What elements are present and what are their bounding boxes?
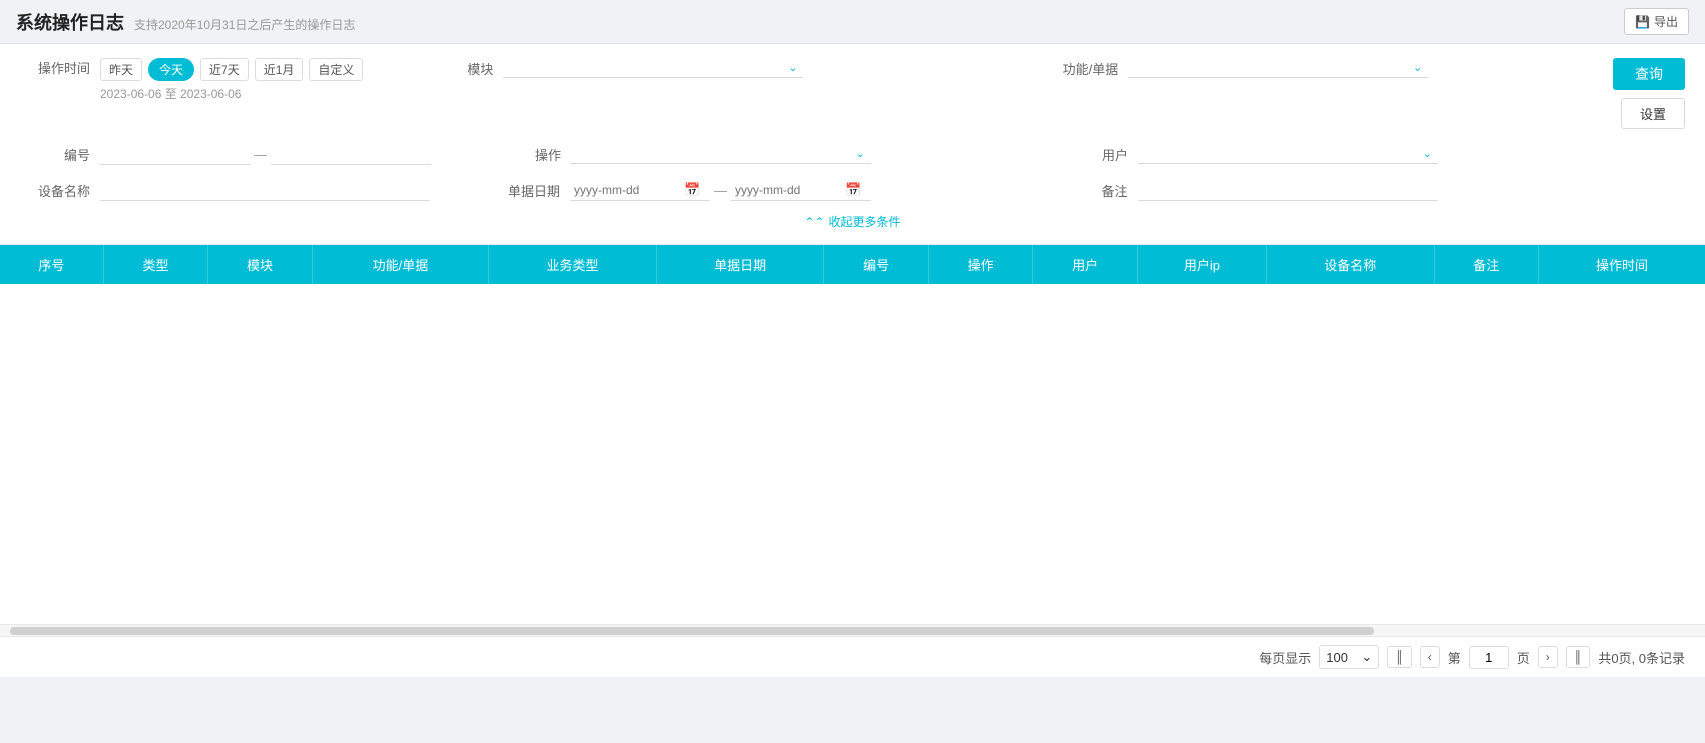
page-label: 第	[1448, 648, 1461, 667]
collapse-button[interactable]: ⌃⌃ 收起更多条件	[804, 213, 900, 230]
time-btn-yesterday[interactable]: 昨天	[100, 58, 142, 81]
pagination: 每页显示 100 ⌄ ║ ‹ 第 页 › ║ 共0页, 0条记录	[0, 636, 1705, 677]
col-remark: 备注	[1434, 245, 1538, 284]
table-header-row: 序号 类型 模块 功能/单据 业务类型 单据日期 编号 操作 用户 用户ip 设…	[0, 245, 1705, 284]
next-page-button[interactable]: ›	[1538, 646, 1558, 668]
feature-chevron-icon: ⌄	[1413, 61, 1422, 74]
header-left: 系统操作日志 支持2020年10月31日之后产生的操作日志	[16, 9, 355, 35]
col-op-time: 操作时间	[1539, 245, 1705, 284]
operation-filter-group: 操作 ⌄	[491, 144, 1008, 164]
remark-filter-group: 备注	[1048, 179, 1566, 201]
device-filter-group: 设备名称	[20, 179, 430, 201]
doc-date-start-input[interactable]	[574, 183, 684, 197]
feature-filter-group: 功能/单据 ⌄	[1038, 58, 1613, 78]
col-module: 模块	[208, 245, 312, 284]
user-filter-group: 用户 ⌄	[1048, 144, 1565, 164]
number-dash: —	[254, 147, 267, 162]
feature-label: 功能/单据	[1038, 59, 1128, 78]
query-button[interactable]: 查询	[1613, 58, 1685, 90]
col-biz-type: 业务类型	[489, 245, 657, 284]
operation-label: 操作	[491, 145, 571, 164]
doc-date-end-wrap: 📅	[731, 180, 871, 201]
prev-page-button[interactable]: ‹	[1420, 646, 1440, 668]
number-filter-group: 编号 —	[20, 143, 431, 165]
total-info: 共0页, 0条记录	[1598, 648, 1685, 667]
per-page-label: 每页显示	[1259, 648, 1311, 667]
number-input-start[interactable]	[100, 143, 250, 165]
operation-select[interactable]: ⌄	[571, 144, 871, 164]
horizontal-scrollbar[interactable]	[0, 624, 1705, 636]
calendar-start-icon[interactable]: 📅	[684, 182, 700, 198]
device-input[interactable]	[100, 179, 430, 201]
first-page-button[interactable]: ║	[1387, 646, 1412, 668]
col-number: 编号	[824, 245, 928, 284]
user-chevron-icon: ⌄	[1423, 147, 1432, 160]
page-suffix: 页	[1517, 648, 1530, 667]
module-label: 模块	[423, 59, 503, 78]
user-select[interactable]: ⌄	[1138, 144, 1438, 164]
table-header: 序号 类型 模块 功能/单据 业务类型 单据日期 编号 操作 用户 用户ip 设…	[0, 245, 1705, 284]
module-chevron-icon: ⌄	[788, 61, 797, 74]
settings-button[interactable]: 设置	[1621, 98, 1685, 129]
number-input-end[interactable]	[271, 143, 431, 165]
doc-date-start-wrap: 📅	[570, 180, 710, 201]
device-label: 设备名称	[20, 181, 100, 200]
time-btn-7days[interactable]: 近7天	[200, 58, 249, 81]
per-page-value: 100	[1326, 650, 1348, 665]
calendar-end-icon[interactable]: 📅	[845, 182, 861, 198]
time-btn-custom[interactable]: 自定义	[309, 58, 363, 81]
page-number-input[interactable]	[1469, 646, 1509, 669]
time-range-display: 2023-06-06 至 2023-06-06	[100, 85, 363, 102]
collapse-chevron-icon: ⌃⌃	[804, 215, 824, 229]
col-index: 序号	[0, 245, 103, 284]
col-feature: 功能/单据	[312, 245, 488, 284]
module-filter-group: 模块 ⌄	[423, 58, 998, 78]
remark-input[interactable]	[1138, 179, 1438, 201]
time-label: 操作时间	[20, 58, 100, 77]
col-user-ip: 用户ip	[1137, 245, 1266, 284]
operation-chevron-icon: ⌄	[856, 147, 865, 160]
export-button[interactable]: 💾 导出	[1624, 8, 1689, 35]
export-icon: 💾	[1635, 15, 1650, 29]
collapse-bar[interactable]: ⌃⌃ 收起更多条件	[20, 207, 1685, 234]
col-operation: 操作	[928, 245, 1032, 284]
time-filter: 昨天 今天 近7天 近1月 自定义 2023-06-06 至 2023-06-0…	[100, 58, 363, 102]
filter-row-1: 操作时间 昨天 今天 近7天 近1月 自定义 2023-06-06 至 2023…	[20, 58, 1685, 129]
scrollbar-thumb[interactable]	[10, 627, 1374, 635]
filter-row-3: 设备名称 单据日期 📅 — 📅 备注	[20, 179, 1685, 201]
per-page-chevron-icon: ⌄	[1361, 649, 1372, 665]
data-table: 序号 类型 模块 功能/单据 业务类型 单据日期 编号 操作 用户 用户ip 设…	[0, 245, 1705, 284]
col-user: 用户	[1033, 245, 1137, 284]
time-buttons: 昨天 今天 近7天 近1月 自定义	[100, 58, 363, 81]
filter-area: 操作时间 昨天 今天 近7天 近1月 自定义 2023-06-06 至 2023…	[0, 44, 1705, 245]
time-filter-group: 操作时间 昨天 今天 近7天 近1月 自定义 2023-06-06 至 2023…	[20, 58, 363, 102]
doc-date-end-input[interactable]	[735, 183, 845, 197]
empty-area	[0, 284, 1705, 624]
page-subtitle: 支持2020年10月31日之后产生的操作日志	[134, 16, 355, 33]
page-title: 系统操作日志	[16, 9, 124, 35]
doc-date-label: 单据日期	[490, 181, 570, 200]
per-page-select[interactable]: 100 ⌄	[1319, 645, 1379, 669]
remark-label: 备注	[1048, 181, 1138, 200]
number-label: 编号	[20, 145, 100, 164]
page-wrapper: 系统操作日志 支持2020年10月31日之后产生的操作日志 💾 导出 操作时间 …	[0, 0, 1705, 743]
user-label: 用户	[1048, 145, 1138, 164]
col-doc-date: 单据日期	[656, 245, 824, 284]
last-page-button[interactable]: ║	[1566, 646, 1591, 668]
action-buttons: 查询 设置	[1613, 58, 1685, 129]
feature-select[interactable]: ⌄	[1128, 58, 1428, 78]
table-container: 序号 类型 模块 功能/单据 业务类型 单据日期 编号 操作 用户 用户ip 设…	[0, 245, 1705, 624]
col-type: 类型	[103, 245, 207, 284]
module-select[interactable]: ⌄	[503, 58, 803, 78]
time-btn-1month[interactable]: 近1月	[255, 58, 304, 81]
filter-row-2: 编号 — 操作 ⌄ 用户 ⌄	[20, 143, 1685, 165]
page-header: 系统操作日志 支持2020年10月31日之后产生的操作日志 💾 导出	[0, 0, 1705, 44]
time-btn-today[interactable]: 今天	[148, 58, 194, 81]
doc-date-filter-group: 单据日期 📅 — 📅	[490, 180, 1008, 201]
col-device: 设备名称	[1266, 245, 1434, 284]
